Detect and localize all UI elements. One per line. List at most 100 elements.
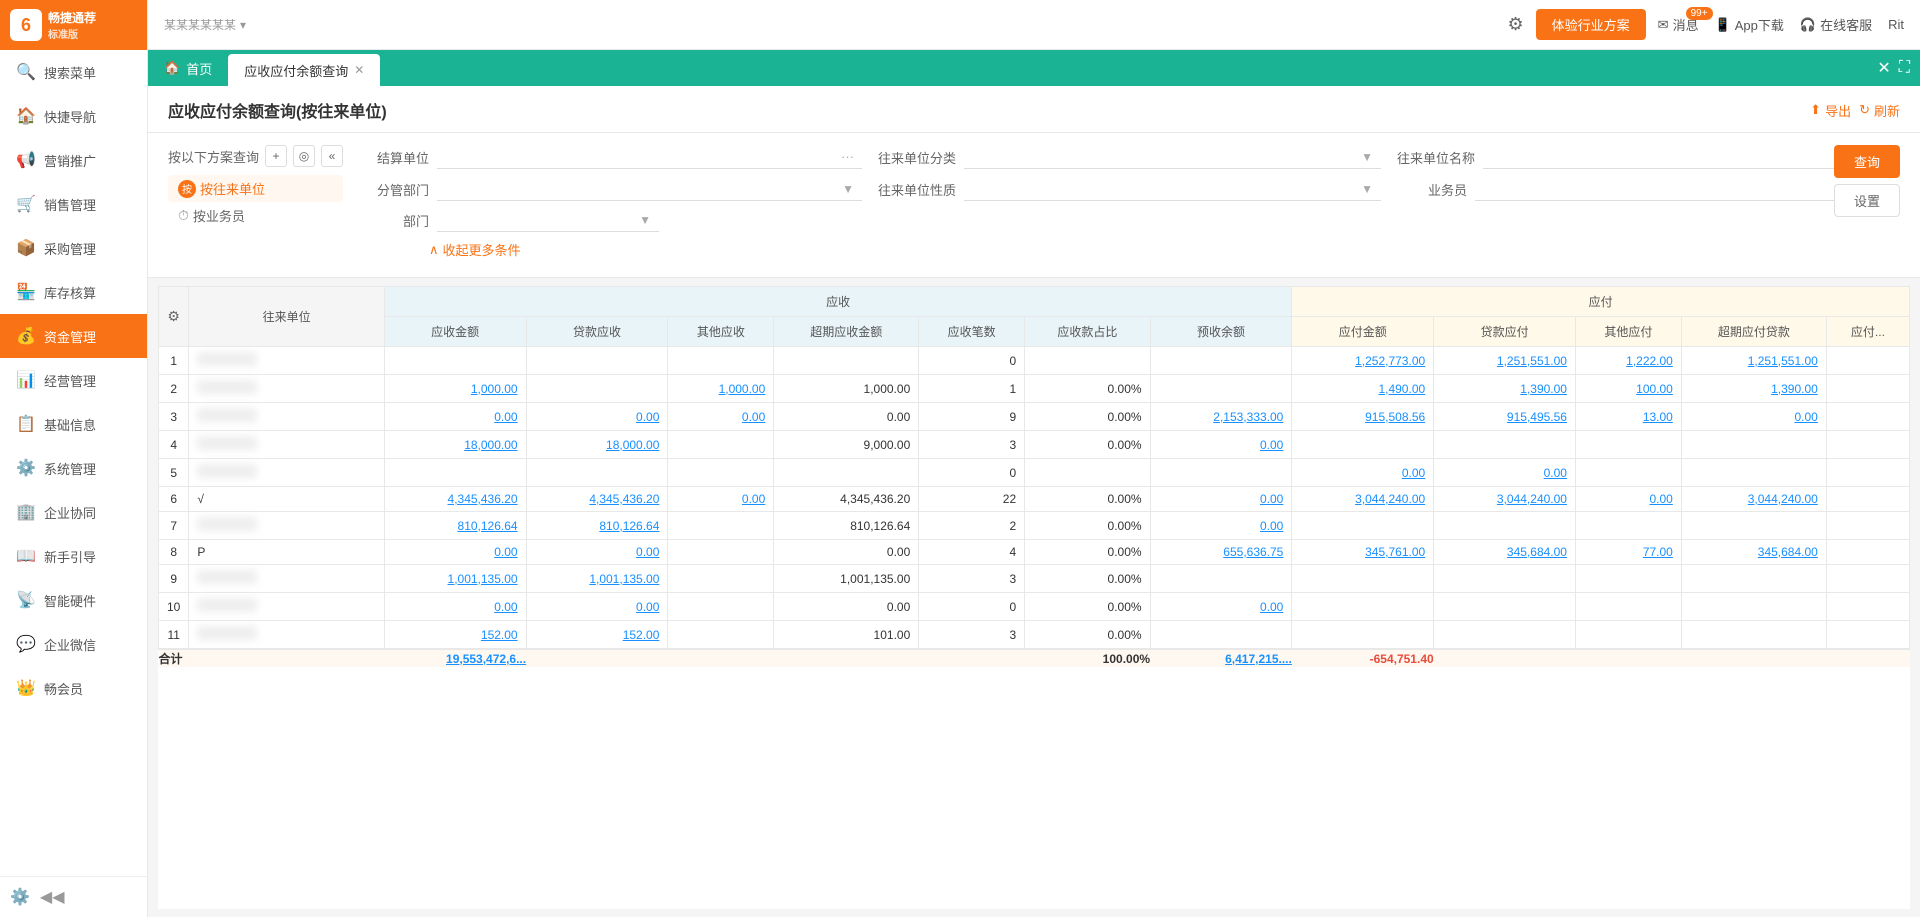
table-cell[interactable]: 0.00 <box>526 403 668 431</box>
table-cell[interactable]: 0.00 <box>1150 593 1292 621</box>
table-cell[interactable]: 655,636.75 <box>1150 540 1292 565</box>
table-cell[interactable]: 0.00 <box>668 403 774 431</box>
filter-nav-by-partner[interactable]: 按 按往来单位 <box>168 175 343 202</box>
collapse-filter-icon[interactable]: « <box>321 145 343 167</box>
table-cell[interactable]: 1,000.00 <box>668 375 774 403</box>
message-badge: 99+ <box>1686 7 1713 20</box>
sidebar-item-basic[interactable]: 📋 基础信息 <box>0 402 147 446</box>
guide-icon: 📖 <box>16 546 36 566</box>
partner-category-input[interactable]: ▼ <box>964 146 1381 169</box>
tab-home[interactable]: 🏠 首页 <box>148 50 228 86</box>
table-cell[interactable]: 915,495.56 <box>1434 403 1576 431</box>
footer-ar-advance[interactable]: 6,417,215.... <box>1150 649 1292 667</box>
table-cell[interactable]: 77.00 <box>1575 540 1681 565</box>
table-cell[interactable]: 100.00 <box>1575 375 1681 403</box>
sidebar-item-marketing[interactable]: 📢 营销推广 <box>0 138 147 182</box>
department-input[interactable]: ▼ <box>437 209 659 232</box>
table-cell[interactable]: 810,126.64 <box>526 512 668 540</box>
table-cell[interactable]: 1,251,551.00 <box>1681 347 1826 375</box>
table-cell[interactable]: 18,000.00 <box>526 431 668 459</box>
table-cell[interactable]: 3,044,240.00 <box>1681 487 1826 512</box>
table-cell[interactable]: 152.00 <box>384 621 526 650</box>
table-cell[interactable]: 2,153,333.00 <box>1150 403 1292 431</box>
table-cell[interactable]: 4,345,436.20 <box>526 487 668 512</box>
sidebar-item-member[interactable]: 👑 畅会员 <box>0 666 147 710</box>
sidebar-item-operations[interactable]: 📊 经营管理 <box>0 358 147 402</box>
table-cell[interactable]: 345,684.00 <box>1681 540 1826 565</box>
table-cell[interactable]: 0.00 <box>1150 431 1292 459</box>
table-cell[interactable]: 1,000.00 <box>384 375 526 403</box>
sidebar-item-corp[interactable]: 🏢 企业协同 <box>0 490 147 534</box>
export-button[interactable]: ⬆ 导出 <box>1810 101 1851 120</box>
table-cell[interactable]: 0.00 <box>384 593 526 621</box>
promo-button[interactable]: 体验行业方案 <box>1536 9 1646 40</box>
table-cell[interactable]: 0.00 <box>1150 487 1292 512</box>
sidebar-item-hardware[interactable]: 📡 智能硬件 <box>0 578 147 622</box>
settlement-unit-input[interactable]: ··· <box>437 145 862 169</box>
table-cell[interactable]: 18,000.00 <box>384 431 526 459</box>
division-input[interactable]: ▼ <box>437 178 862 201</box>
collapse-icon[interactable]: ◀◀ <box>40 887 65 907</box>
table-cell[interactable]: 0.00 <box>1434 459 1576 487</box>
refresh-button[interactable]: ↻ 刷新 <box>1859 101 1900 120</box>
footer-ar-amount[interactable]: 19,553,472,6... <box>384 649 526 667</box>
collapse-filter-button[interactable]: ∧ 收起更多条件 <box>359 240 1900 259</box>
sidebar-item-finance[interactable]: 💰 资金管理 <box>0 314 147 358</box>
table-cell[interactable]: 3,044,240.00 <box>1434 487 1576 512</box>
table-cell[interactable]: 345,684.00 <box>1434 540 1576 565</box>
table-cell[interactable]: 1,390.00 <box>1681 375 1826 403</box>
table-cell[interactable]: 0.00 <box>526 540 668 565</box>
partner-nature-input[interactable]: ▼ <box>964 178 1381 201</box>
query-button[interactable]: 查询 <box>1834 145 1900 178</box>
sidebar-item-search[interactable]: 🔍 搜索菜单 <box>0 50 147 94</box>
table-cell[interactable]: 0.00 <box>1575 487 1681 512</box>
sidebar-item-system[interactable]: ⚙️ 系统管理 <box>0 446 147 490</box>
table-settings-icon[interactable]: ⚙ <box>167 308 180 324</box>
table-cell[interactable]: 1,390.00 <box>1434 375 1576 403</box>
table-cell[interactable]: 0.00 <box>384 540 526 565</box>
table-cell[interactable]: 0.00 <box>1681 403 1826 431</box>
table-cell[interactable]: 3,044,240.00 <box>1292 487 1434 512</box>
messages-button[interactable]: ✉ 消息 99+ <box>1658 15 1699 34</box>
table-cell[interactable]: 1,001,135.00 <box>526 565 668 593</box>
table-cell[interactable]: 345,761.00 <box>1292 540 1434 565</box>
table-cell[interactable]: 915,508.56 <box>1292 403 1434 431</box>
sidebar-item-guide[interactable]: 📖 新手引导 <box>0 534 147 578</box>
topbar-gear-icon[interactable]: ⚙ <box>1508 14 1524 35</box>
table-cell[interactable]: 4,345,436.20 <box>384 487 526 512</box>
table-cell[interactable]: 152.00 <box>526 621 668 650</box>
tab-ar-ap[interactable]: 应收应付余额查询 ✕ <box>228 54 380 86</box>
table-cell[interactable]: 1,222.00 <box>1575 347 1681 375</box>
table-cell[interactable]: 0.00 <box>526 593 668 621</box>
user-profile[interactable]: Rit <box>1888 17 1904 32</box>
table-cell[interactable]: 1,252,773.00 <box>1292 347 1434 375</box>
settings-filter-icon[interactable]: ◎ <box>293 145 315 167</box>
maximize-icon[interactable]: ⛶ <box>1899 59 1910 77</box>
online-service-button[interactable]: 🎧 在线客服 <box>1800 15 1872 34</box>
table-cell[interactable]: 0.00 <box>668 487 774 512</box>
tab-close-icon[interactable]: ✕ <box>354 63 364 77</box>
sidebar-item-purchase[interactable]: 📦 采购管理 <box>0 226 147 270</box>
sidebar-item-wechat[interactable]: 💬 企业微信 <box>0 622 147 666</box>
table-cell[interactable]: 0.00 <box>1150 512 1292 540</box>
table-cell[interactable]: 13.00 <box>1575 403 1681 431</box>
table-cell[interactable]: 0.00 <box>384 403 526 431</box>
table-row: 11152.00152.00101.0030.00% <box>159 621 1910 650</box>
table-cell[interactable]: 0.00 <box>1292 459 1434 487</box>
table-cell[interactable]: 1,251,551.00 <box>1434 347 1576 375</box>
table-cell[interactable]: 1,001,135.00 <box>384 565 526 593</box>
sidebar-item-quick-nav[interactable]: 🏠 快捷导航 <box>0 94 147 138</box>
sidebar-item-sales[interactable]: 🛒 销售管理 <box>0 182 147 226</box>
setting-button[interactable]: 设置 <box>1834 184 1900 217</box>
settings-bottom-icon[interactable]: ⚙️ <box>10 887 30 907</box>
table-container[interactable]: ⚙ 往来单位 应收 应付 应收金额 贷款应收 其他应收 超期应收金额 应收笔数 <box>158 286 1910 909</box>
table-cell[interactable]: 1,490.00 <box>1292 375 1434 403</box>
app-download-button[interactable]: 📱 App下载 <box>1715 15 1784 34</box>
close-window-icon[interactable]: ✕ <box>1877 58 1890 78</box>
filter-nav-by-salesman[interactable]: ⏱ 按业务员 <box>168 202 343 229</box>
th-settings[interactable]: ⚙ <box>159 287 189 347</box>
table-cell[interactable]: 810,126.64 <box>384 512 526 540</box>
sidebar-item-inventory[interactable]: 🏪 库存核算 <box>0 270 147 314</box>
search-icon: 🔍 <box>16 62 36 82</box>
add-filter-icon[interactable]: + <box>265 145 287 167</box>
